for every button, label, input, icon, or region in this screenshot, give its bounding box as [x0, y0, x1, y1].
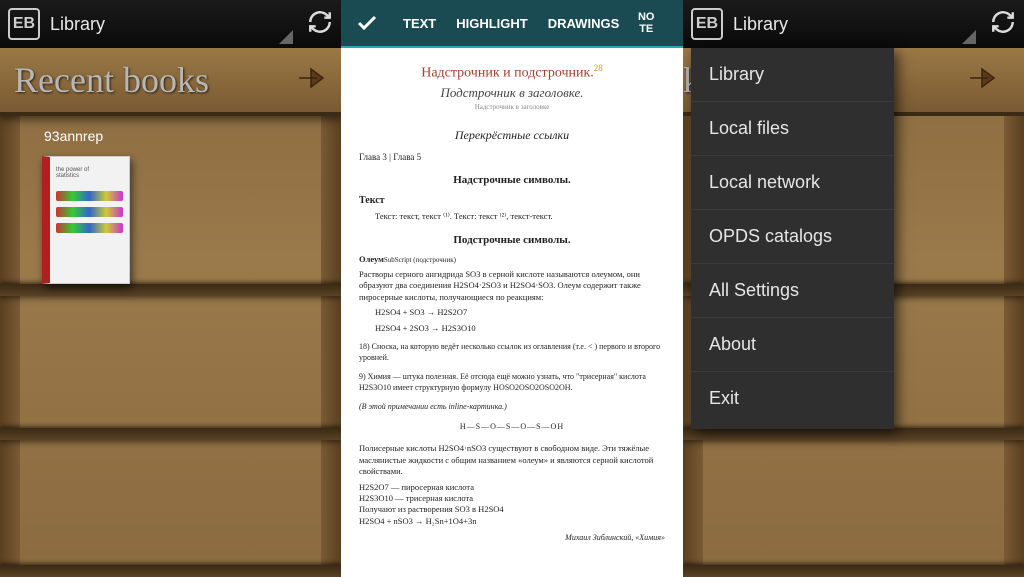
menu-item-opds[interactable]: OPDS catalogs: [691, 210, 894, 264]
oleum-heading: ОлеумSubScript (подстрочник): [359, 254, 665, 265]
forward-arrow-icon[interactable]: [293, 60, 329, 101]
body-paragraph: Текст: текст, текст ⁽¹⁾. Текст: текст ⁽²…: [375, 211, 665, 222]
app-logo-icon[interactable]: EB: [8, 8, 40, 40]
refresh-icon[interactable]: [307, 9, 333, 40]
menu-item-about[interactable]: About: [691, 318, 894, 372]
body-paragraph: Растворы серного ангидрида SO3 в серной …: [359, 269, 665, 303]
footnote-9: 9) Химия — штука полезная. Её отсюда ещё…: [359, 372, 665, 394]
equation: H2SO4 + SO3 → H2S2O7: [375, 307, 665, 318]
reader-page-content[interactable]: Надстрочник и подстрочник.28 Подстрочник…: [341, 48, 683, 577]
book-filename: 93annrep: [44, 128, 103, 144]
panel-library: EB Library Recent books 93annrep the pow…: [0, 0, 341, 577]
chapter-breadcrumb: Глава 3 | Глава 5: [359, 151, 665, 163]
body-paragraph: Полисерные кислоты H2SO4·nSO3 существуют…: [359, 443, 665, 477]
tab-drawings[interactable]: DRAWINGS: [538, 0, 630, 46]
dropdown-indicator-icon[interactable]: [279, 30, 293, 44]
app-logo-icon[interactable]: EB: [691, 8, 723, 40]
topbar-title[interactable]: Library: [50, 14, 279, 35]
book-cover[interactable]: the power ofstatistics: [42, 156, 130, 284]
tab-text[interactable]: TEXT: [393, 0, 446, 46]
menu-item-library[interactable]: Library: [691, 48, 894, 102]
confirm-check-icon[interactable]: [341, 11, 393, 35]
section-subscript: Подстрочные символы.: [359, 233, 665, 248]
forward-arrow-icon[interactable]: [964, 60, 1000, 101]
panel-library-menu: EB Library ks Library Local files Local …: [683, 0, 1024, 577]
structural-formula: H—S—O—S—O—S—OH: [359, 422, 665, 433]
recent-books-title: Recent books: [14, 59, 209, 101]
footnote-italic: (В этой примечании есть inline-картинка.…: [359, 402, 665, 413]
text-label: Текст: [359, 194, 665, 208]
page-heading: Надстрочник и подстрочник.28: [359, 62, 665, 84]
page-subtiny: Надстрочник в заголовке: [359, 103, 665, 112]
menu-item-exit[interactable]: Exit: [691, 372, 894, 429]
tab-highlight[interactable]: HIGHLIGHT: [446, 0, 538, 46]
recent-books-header: Recent books: [0, 48, 341, 116]
reader-toolbar: TEXT HIGHLIGHT DRAWINGS NOTE: [341, 0, 683, 48]
equation: H2SO4 + 2SO3 → H2S3O10: [375, 323, 665, 334]
section-crossrefs: Перекрёстные ссылки: [359, 127, 665, 143]
body-list: H2S2O7 — пиросерная кислота H2S3O10 — тр…: [359, 482, 665, 528]
menu-item-local-network[interactable]: Local network: [691, 156, 894, 210]
dropdown-indicator-icon[interactable]: [962, 30, 976, 44]
page-subheading: Подстрочник в заголовке.: [359, 84, 665, 102]
panel-reader: TEXT HIGHLIGHT DRAWINGS NOTE Надстрочник…: [341, 0, 683, 577]
footnote-18: 18) Сноска, на которую ведёт несколько с…: [359, 342, 665, 364]
main-menu: Library Local files Local network OPDS c…: [691, 48, 894, 429]
signature: Михаил Зиблинский, «Химия»: [359, 533, 665, 544]
refresh-icon[interactable]: [990, 9, 1016, 40]
menu-item-settings[interactable]: All Settings: [691, 264, 894, 318]
topbar: EB Library: [683, 0, 1024, 48]
menu-item-local-files[interactable]: Local files: [691, 102, 894, 156]
tab-note[interactable]: NOTE: [629, 11, 663, 35]
section-superscript: Надстрочные символы.: [359, 173, 665, 188]
topbar: EB Library: [0, 0, 341, 48]
topbar-title[interactable]: Library: [733, 14, 962, 35]
